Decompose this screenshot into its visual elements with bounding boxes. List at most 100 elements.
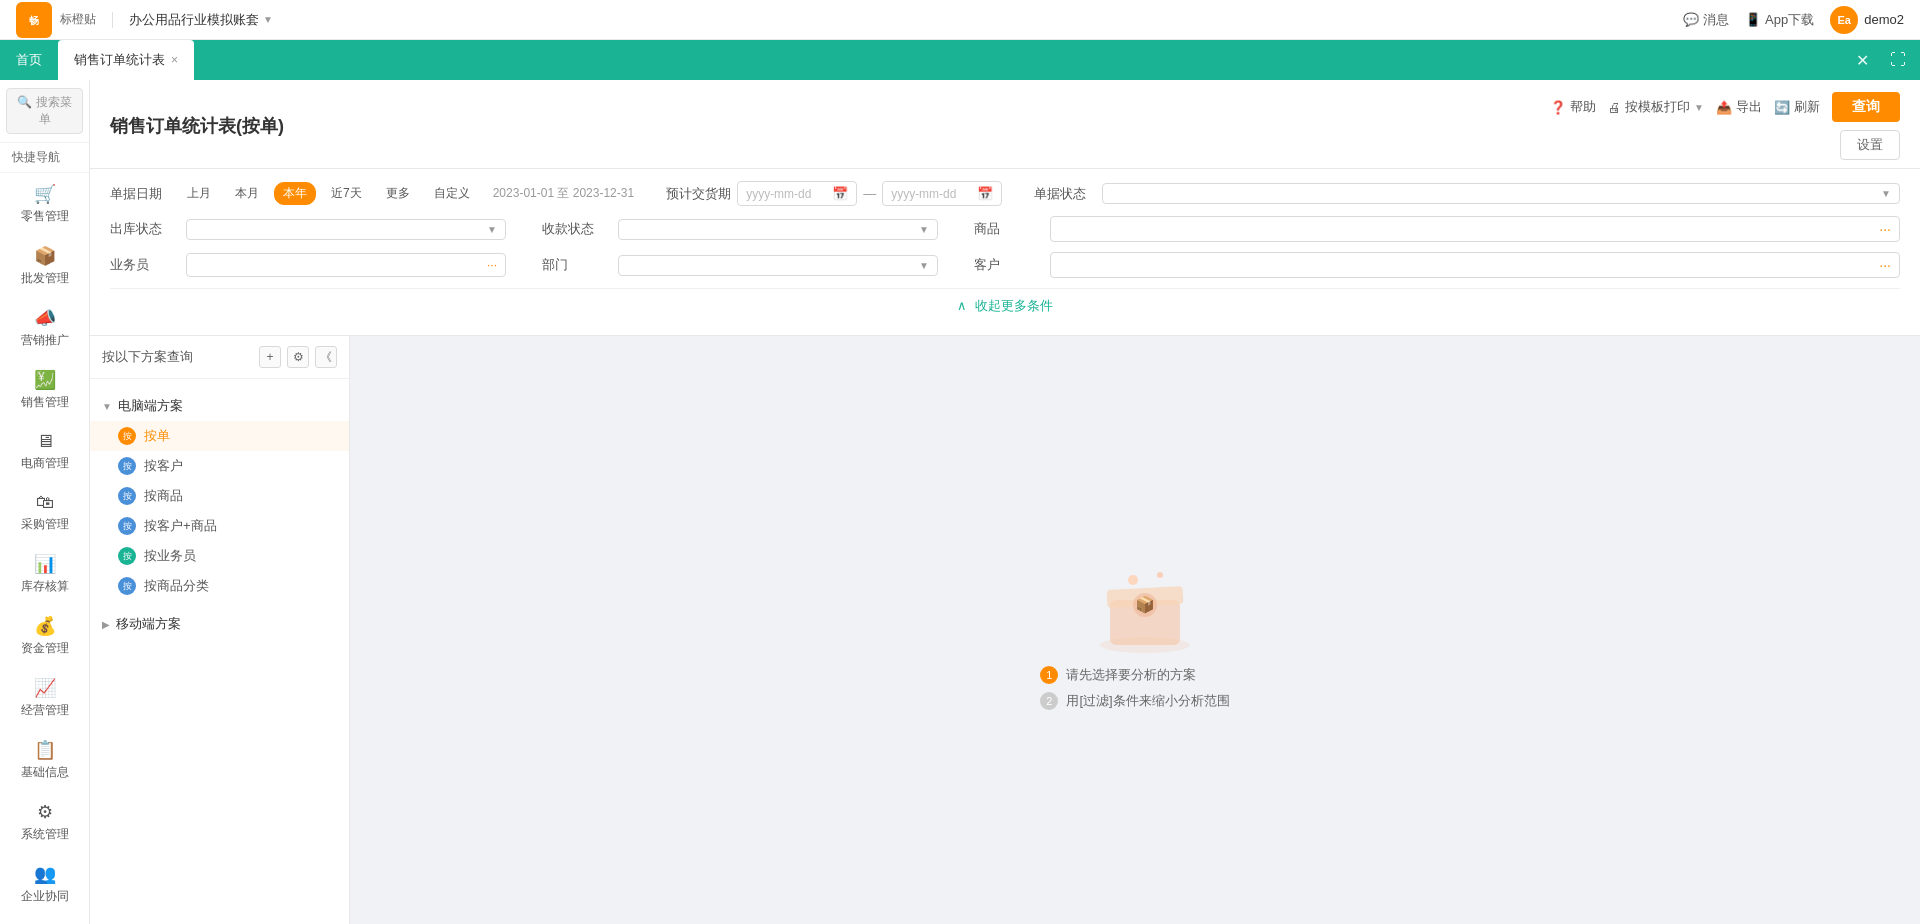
search-menu-label: 搜索菜单 bbox=[36, 95, 72, 126]
expected-delivery-end[interactable]: yyyy-mm-dd 📅 bbox=[882, 181, 1002, 206]
scheme-item-1[interactable]: 按按客户 bbox=[90, 451, 349, 481]
last-month-btn[interactable]: 上月 bbox=[178, 182, 220, 205]
sidebar-item-12[interactable]: 🎯新手引导 bbox=[0, 915, 89, 924]
goods-input[interactable]: ··· bbox=[1050, 216, 1900, 242]
sidebar-label-9: 基础信息 bbox=[21, 764, 69, 781]
sidebar-item-0[interactable]: 🛒零售管理 bbox=[0, 173, 89, 235]
shipping-status-select[interactable]: ▼ bbox=[186, 219, 506, 240]
scheme-label-0: 按单 bbox=[144, 427, 170, 445]
tab-sales-order-stats[interactable]: 销售订单统计表 × bbox=[58, 40, 194, 80]
export-action[interactable]: 📤 导出 bbox=[1716, 98, 1762, 116]
calendar-start-icon: 📅 bbox=[832, 186, 848, 201]
scheme-item-3[interactable]: 按按客户+商品 bbox=[90, 511, 349, 541]
sidebar-label-8: 经营管理 bbox=[21, 702, 69, 719]
tab-expand-icon[interactable]: ⛶ bbox=[1884, 46, 1912, 74]
tab-bar: 首页 销售订单统计表 × ✕ ⛶ bbox=[0, 40, 1920, 80]
sidebar-item-3[interactable]: 💹销售管理 bbox=[0, 359, 89, 421]
sidebar-item-4[interactable]: 🖥电商管理 bbox=[0, 421, 89, 482]
goods-dots-icon: ··· bbox=[1879, 221, 1891, 237]
date-placeholder-1: yyyy-mm-dd bbox=[746, 187, 811, 201]
print-icon: 🖨 bbox=[1608, 100, 1621, 115]
app-download-action[interactable]: 📱 App下载 bbox=[1745, 11, 1814, 29]
quick-nav-label: 快捷导航 bbox=[12, 149, 60, 166]
template-print-btn[interactable]: 🖨 按模板打印 ▼ bbox=[1608, 98, 1704, 116]
left-panel-actions: + ⚙ 《 bbox=[259, 346, 337, 368]
sidebar-item-7[interactable]: 💰资金管理 bbox=[0, 605, 89, 667]
filter-row-2: 出库状态 ▼ 收款状态 ▼ 商品 ··· bbox=[110, 216, 1900, 242]
shipping-chevron-icon: ▼ bbox=[487, 224, 497, 235]
sidebar-item-1[interactable]: 📦批发管理 bbox=[0, 235, 89, 297]
sidebar-icon-7: 💰 bbox=[34, 615, 56, 637]
pc-schemes-label: 电脑端方案 bbox=[118, 397, 183, 415]
last7-btn[interactable]: 近7天 bbox=[322, 182, 371, 205]
scheme-item-4[interactable]: 按按业务员 bbox=[90, 541, 349, 571]
scheme-label-5: 按商品分类 bbox=[144, 577, 209, 595]
query-button[interactable]: 查询 bbox=[1832, 92, 1900, 122]
single-status-select[interactable]: ▼ bbox=[1102, 183, 1900, 204]
close-tab-icon[interactable]: × bbox=[171, 53, 178, 67]
filter-content-wrapper: 单据日期 上月 本月 本年 近7天 更多 自定义 2023-01-01 至 20… bbox=[90, 169, 1920, 924]
mobile-schemes-group: ▶ 移动端方案 bbox=[90, 605, 349, 643]
scheme-tree: ▼ 电脑端方案 按按单按按客户按按商品按按客户+商品按按业务员按按商品分类 ▶ … bbox=[90, 379, 349, 651]
this-month-btn[interactable]: 本月 bbox=[226, 182, 268, 205]
sidebar-item-10[interactable]: ⚙ 系统管理 bbox=[0, 791, 89, 853]
collapse-panel-btn[interactable]: 《 bbox=[315, 346, 337, 368]
collapse-bar[interactable]: ∧ 收起更多条件 bbox=[110, 288, 1900, 323]
department-select[interactable]: ▼ bbox=[618, 255, 938, 276]
empty-svg: 📦 bbox=[1085, 550, 1205, 660]
sales-person-input[interactable]: ··· bbox=[186, 253, 506, 277]
active-tab-label: 销售订单统计表 bbox=[74, 51, 165, 69]
search-menu-btn[interactable]: 🔍 搜索菜单 bbox=[6, 88, 83, 134]
help-label: 帮助 bbox=[1570, 98, 1596, 116]
page-title: 销售订单统计表(按单) bbox=[110, 114, 284, 138]
mobile-schemes-arrow-icon: ▶ bbox=[102, 619, 110, 630]
user-name: demo2 bbox=[1864, 12, 1904, 27]
tab-home[interactable]: 首页 bbox=[0, 40, 58, 80]
scheme-settings-btn[interactable]: ⚙ bbox=[287, 346, 309, 368]
user-menu[interactable]: Ea demo2 bbox=[1830, 6, 1904, 34]
divider bbox=[112, 12, 113, 28]
tab-bar-actions: ✕ ⛶ bbox=[1848, 46, 1920, 74]
template-print-label: 按模板打印 bbox=[1625, 98, 1690, 116]
tab-close-all-icon[interactable]: ✕ bbox=[1848, 46, 1876, 74]
help-action[interactable]: ❓ 帮助 bbox=[1550, 98, 1596, 116]
avatar: Ea bbox=[1830, 6, 1858, 34]
sidebar-label-4: 电商管理 bbox=[21, 455, 69, 472]
collapse-chevron-icon: ∧ bbox=[957, 298, 967, 313]
scheme-icon-1: 按 bbox=[118, 457, 136, 475]
sidebar-item-9[interactable]: 📋基础信息 bbox=[0, 729, 89, 791]
svg-point-7 bbox=[1128, 575, 1138, 585]
sidebar-item-11[interactable]: 👥 企业协同 bbox=[0, 853, 89, 915]
scheme-item-0[interactable]: 按按单 bbox=[90, 421, 349, 451]
search-menu-area[interactable]: 🔍 搜索菜单 bbox=[0, 80, 89, 143]
sidebar-item-6[interactable]: 📊库存核算 bbox=[0, 543, 89, 605]
pc-schemes-header[interactable]: ▼ 电脑端方案 bbox=[90, 391, 349, 421]
scheme-icon-0: 按 bbox=[118, 427, 136, 445]
message-action[interactable]: 💬 消息 bbox=[1683, 11, 1729, 29]
quick-nav-header[interactable]: 快捷导航 bbox=[0, 143, 89, 173]
refresh-action[interactable]: 🔄 刷新 bbox=[1774, 98, 1820, 116]
mobile-schemes-header[interactable]: ▶ 移动端方案 bbox=[90, 609, 349, 639]
sidebar-label-10: 系统管理 bbox=[21, 826, 69, 843]
sidebar-item-8[interactable]: 📈经营管理 bbox=[0, 667, 89, 729]
sidebar-icon-11: 👥 bbox=[34, 863, 56, 885]
scheme-icon-2: 按 bbox=[118, 487, 136, 505]
sidebar-item-5[interactable]: 🛍采购管理 bbox=[0, 482, 89, 543]
scheme-item-2[interactable]: 按按商品 bbox=[90, 481, 349, 511]
settings-button[interactable]: 设置 bbox=[1840, 130, 1900, 160]
this-year-btn[interactable]: 本年 bbox=[274, 182, 316, 205]
expected-delivery-start[interactable]: yyyy-mm-dd 📅 bbox=[737, 181, 857, 206]
scheme-item-5[interactable]: 按按商品分类 bbox=[90, 571, 349, 601]
custom-btn[interactable]: 自定义 bbox=[425, 182, 479, 205]
add-scheme-btn[interactable]: + bbox=[259, 346, 281, 368]
customer-input[interactable]: ··· bbox=[1050, 252, 1900, 278]
collection-status-label: 收款状态 bbox=[542, 220, 602, 238]
workspace-selector[interactable]: 办公用品行业模拟账套 ▼ bbox=[129, 11, 273, 29]
filter-row-3: 业务员 ··· 部门 ▼ 客户 ··· bbox=[110, 252, 1900, 278]
sidebar-item-2[interactable]: 📣营销推广 bbox=[0, 297, 89, 359]
more-btn[interactable]: 更多 bbox=[377, 182, 419, 205]
refresh-label: 刷新 bbox=[1794, 98, 1820, 116]
collection-status-select[interactable]: ▼ bbox=[618, 219, 938, 240]
sidebar-label-11: 企业协同 bbox=[21, 888, 69, 905]
sidebar-icon-10: ⚙ bbox=[37, 801, 53, 823]
